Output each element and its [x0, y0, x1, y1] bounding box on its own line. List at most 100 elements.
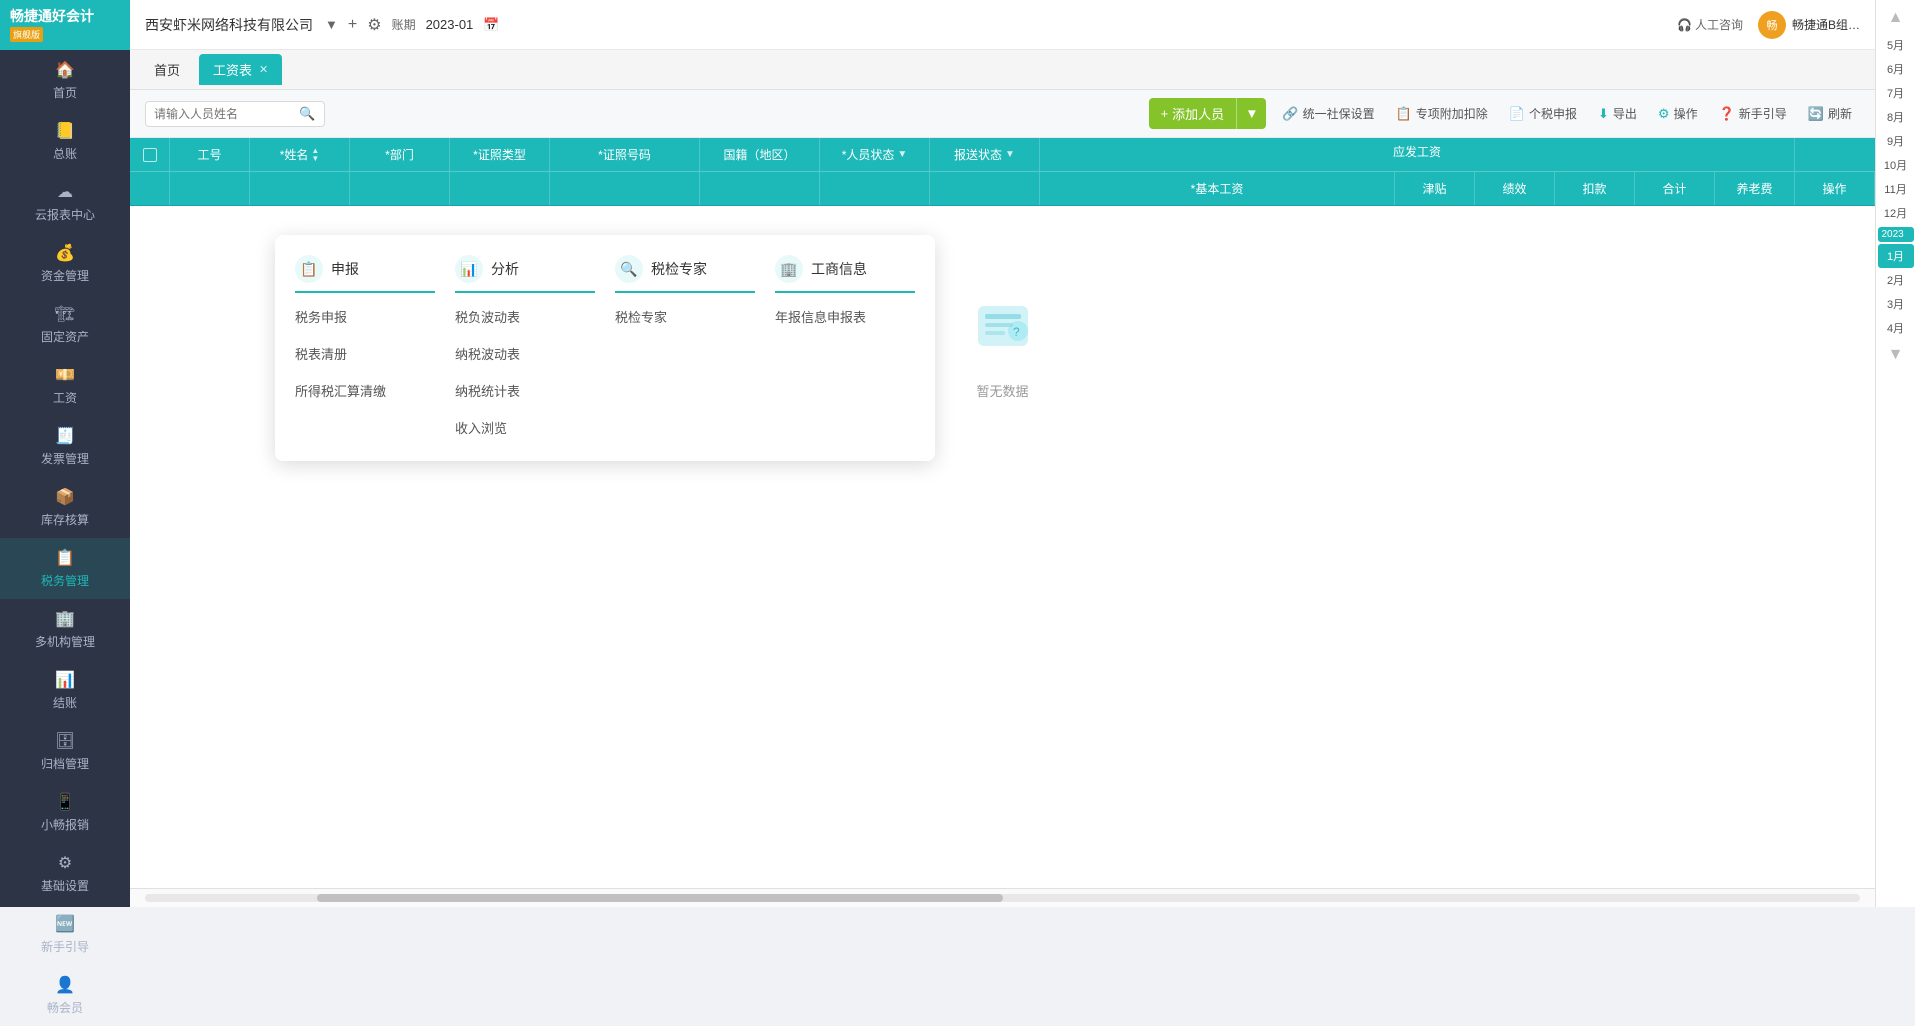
home-icon: 🏠 — [55, 60, 75, 80]
dropdown-item-tax-check[interactable]: 税检专家 — [615, 303, 755, 330]
th2-allowance: 津贴 — [1395, 172, 1475, 205]
month-item-3-after[interactable]: 3月 — [1878, 292, 1914, 316]
sidebar-item-fixed-assets[interactable]: 🏗固定资产 — [0, 294, 130, 355]
company-dropdown-icon[interactable]: ▼ — [325, 17, 338, 32]
month-item-2-after[interactable]: 2月 — [1878, 268, 1914, 292]
th-ops-placeholder — [1795, 138, 1875, 171]
th2-report — [930, 172, 1040, 205]
toolbar-action-special-deduct[interactable]: 📋专项附加扣除 — [1388, 101, 1496, 126]
search-input[interactable] — [154, 107, 294, 121]
panel-scroll-down-button[interactable]: ▼ — [1884, 342, 1908, 368]
sidebar-item-fund[interactable]: 💰资金管理 — [0, 233, 130, 294]
th-name: *姓名 ▲▼ — [250, 138, 350, 171]
panel-scroll-up-button[interactable]: ▲ — [1884, 5, 1908, 31]
dropdown-item-tax-payment[interactable]: 纳税波动表 — [455, 340, 595, 367]
th-id: 工号 — [170, 138, 250, 171]
search-wrap: 🔍 — [145, 101, 325, 127]
th2-area — [700, 172, 820, 205]
th2-id — [170, 172, 250, 205]
tab-close-icon[interactable]: ✕ — [259, 63, 268, 76]
dropdown-item-tax-declare[interactable]: 税务申报 — [295, 303, 435, 330]
th-id-type: *证照类型 — [450, 138, 550, 171]
th-checkbox[interactable] — [130, 138, 170, 171]
month-item-1-after[interactable]: 1月 — [1878, 244, 1914, 268]
sidebar-item-archive[interactable]: 🗄归档管理 — [0, 721, 130, 782]
sidebar-item-ledger[interactable]: 📒总账 — [0, 111, 130, 172]
month-item-7-before[interactable]: 7月 — [1878, 81, 1914, 105]
sidebar-label-home: 首页 — [53, 84, 77, 101]
sidebar-label-invoice: 发票管理 — [41, 450, 89, 467]
sidebar-item-close[interactable]: 📊结账 — [0, 660, 130, 721]
tax-icon: 📋 — [55, 548, 75, 568]
dropdown-item-tax-burden[interactable]: 税负波动表 — [455, 303, 595, 330]
fund-icon: 💰 — [55, 243, 75, 263]
scrollbar-area — [130, 888, 1875, 907]
app-logo: 畅捷通好会计 旗舰版 — [0, 0, 130, 50]
add-person-group: + 添加人员 ▼ — [1149, 98, 1267, 129]
toolbar-action-guide[interactable]: ❓新手引导 — [1711, 101, 1795, 126]
empty-text: 暂无数据 — [976, 381, 1028, 400]
month-item-10-before[interactable]: 10月 — [1878, 153, 1914, 177]
sidebar-item-salary[interactable]: 💴工资 — [0, 355, 130, 416]
dropdown-item-tax-stats[interactable]: 纳税统计表 — [455, 377, 595, 404]
toolbar-action-refresh[interactable]: 🔄刷新 — [1800, 101, 1860, 126]
month-item-9-before[interactable]: 9月 — [1878, 129, 1914, 153]
toolbar-action-operations[interactable]: ⚙操作 — [1650, 101, 1706, 126]
tab-home[interactable]: 首页 — [140, 54, 194, 85]
status-filter-icon[interactable]: ▼ — [897, 149, 907, 160]
th-id-num: *证照号码 — [550, 138, 700, 171]
refresh-icon: 🔄 — [1808, 106, 1824, 122]
header-checkbox[interactable] — [143, 148, 157, 162]
edition-badge: 旗舰版 — [10, 27, 43, 42]
toolbar-action-export[interactable]: ⬇导出 — [1590, 101, 1645, 126]
sidebar-item-basic[interactable]: ⚙基础设置 — [0, 843, 130, 904]
sidebar-item-tax[interactable]: 📋 税务管理 — [0, 538, 130, 599]
sidebar-item-inventory[interactable]: 📦库存核算 — [0, 477, 130, 538]
sidebar-item-home[interactable]: 🏠 首页 — [0, 50, 130, 111]
guide-label: 新手引导 — [1739, 105, 1787, 122]
user-menu[interactable]: 畅 畅捷通B组… — [1758, 11, 1860, 39]
tax-report-label: 个税申报 — [1529, 105, 1577, 122]
dropdown-item-income-summary[interactable]: 所得税汇算清缴 — [295, 377, 435, 404]
sidebar-item-invoice[interactable]: 🧾发票管理 — [0, 416, 130, 477]
dropdown-item-income-browse[interactable]: 收入浏览 — [455, 414, 595, 441]
month-item-4-after[interactable]: 4月 — [1878, 316, 1914, 340]
service-button[interactable]: 🎧 人工咨询 — [1677, 16, 1743, 33]
special-deduct-icon: 📋 — [1396, 106, 1412, 122]
sidebar-item-new-guide[interactable]: 🆕新手引导 — [0, 904, 130, 965]
th2-deduction: 扣款 — [1555, 172, 1635, 205]
settings-icon[interactable]: ⚙ — [367, 15, 381, 35]
toolbar-action-tax-report[interactable]: 📄个税申报 — [1501, 101, 1585, 126]
toolbar-action-social-security[interactable]: 🔗统一社保设置 — [1274, 101, 1382, 126]
sidebar-item-multi-org[interactable]: 🏢多机构管理 — [0, 599, 130, 660]
add-person-dropdown-button[interactable]: ▼ — [1236, 98, 1266, 129]
cloud-report-icon: ☁ — [57, 182, 73, 202]
multi-org-icon: 🏢 — [55, 609, 75, 629]
th-dept: *部门 — [350, 138, 450, 171]
sidebar-item-mini-sales[interactable]: 📱小畅报销 — [0, 782, 130, 843]
scrollbar-thumb[interactable] — [317, 894, 1003, 902]
month-item-12-before[interactable]: 12月 — [1878, 201, 1914, 225]
add-company-icon[interactable]: + — [348, 16, 357, 34]
sidebar-label-new-guide: 新手引导 — [41, 938, 89, 955]
sidebar-label-archive: 归档管理 — [41, 755, 89, 772]
operations-icon: ⚙ — [1658, 106, 1670, 122]
dropdown-item-tax-form[interactable]: 税表清册 — [295, 340, 435, 367]
month-item-6-before[interactable]: 6月 — [1878, 57, 1914, 81]
tab-salary[interactable]: 工资表 ✕ — [199, 54, 282, 85]
add-person-button[interactable]: + 添加人员 — [1149, 98, 1237, 129]
th2-ops: 操作 — [1795, 172, 1875, 205]
month-item-11-before[interactable]: 11月 — [1878, 177, 1914, 201]
sidebar-label-tax: 税务管理 — [41, 572, 89, 589]
name-sort-arrows[interactable]: ▲▼ — [311, 147, 319, 163]
month-item-8-before[interactable]: 8月 — [1878, 105, 1914, 129]
dropdown-section-title-declaration: 申报 — [331, 259, 359, 279]
dropdown-item-annual-report[interactable]: 年报信息申报表 — [775, 303, 915, 330]
th2-id-num — [550, 172, 700, 205]
period-calendar-icon[interactable]: 📅 — [483, 17, 499, 33]
business-info-icon: 🏢 — [775, 255, 803, 283]
month-item-5-before[interactable]: 5月 — [1878, 33, 1914, 57]
sidebar-item-member[interactable]: 👤畅会员 — [0, 965, 130, 1026]
report-filter-icon[interactable]: ▼ — [1005, 149, 1015, 160]
sidebar-item-cloud-report[interactable]: ☁云报表中心 — [0, 172, 130, 233]
